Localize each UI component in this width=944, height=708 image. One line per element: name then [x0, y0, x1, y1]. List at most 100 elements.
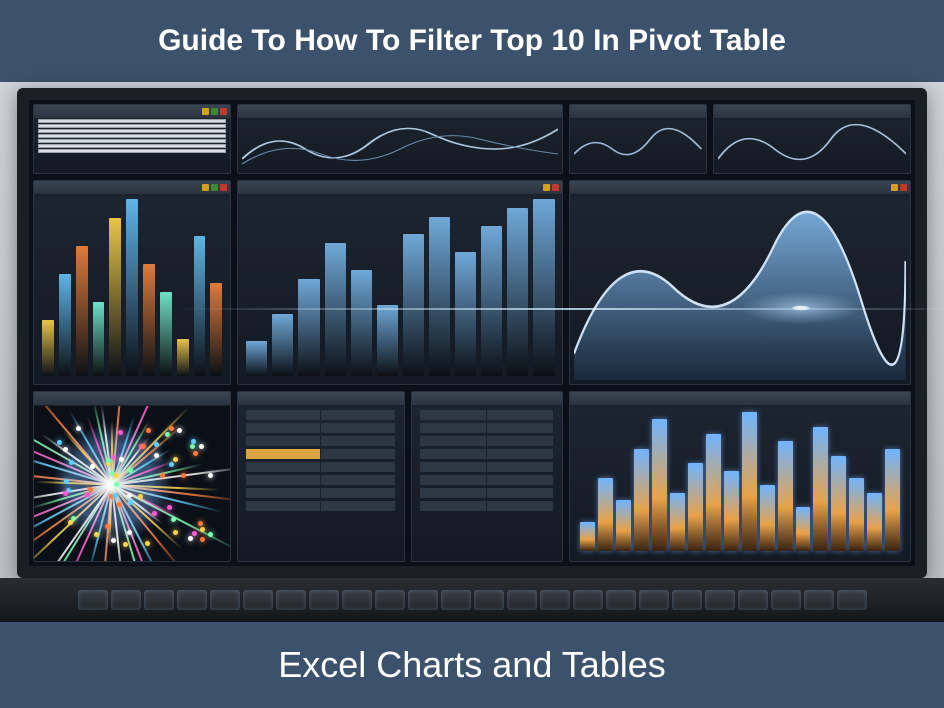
panel-bar-chart-b [237, 180, 563, 385]
chart-bar [109, 218, 121, 376]
firework-spark [152, 511, 157, 516]
window-close-icon [552, 184, 559, 191]
firework-spark [200, 537, 205, 542]
firework-spark [190, 444, 195, 449]
laptop-illustration [0, 82, 944, 622]
firework-spark [208, 532, 213, 537]
window-close-icon [900, 184, 907, 191]
chart-bar [272, 314, 293, 376]
glow-bar-chart [574, 406, 906, 557]
laptop-screen-bezel [17, 88, 927, 578]
keyboard-key [672, 590, 702, 610]
firework-spark [193, 451, 198, 456]
wave-chart-a [242, 119, 558, 169]
firework-spark [141, 444, 146, 449]
chart-bar [126, 199, 138, 376]
firework-spark [90, 464, 95, 469]
firework-spark [127, 530, 132, 535]
window-min-icon [202, 108, 209, 115]
glow-bar [724, 471, 739, 551]
keyboard-key [441, 590, 471, 610]
dashboard-screen [29, 100, 915, 566]
title-text: Guide To How To Filter Top 10 In Pivot T… [158, 24, 786, 58]
keyboard-key [78, 590, 108, 610]
firework-spark [188, 536, 193, 541]
keyboard-key [474, 590, 504, 610]
window-min-icon [543, 184, 550, 191]
glow-bar [813, 427, 828, 551]
firework-spark [177, 428, 182, 433]
chart-bar [143, 264, 155, 376]
panel-titlebar [34, 392, 230, 406]
chart-bar [507, 208, 528, 376]
chart-bar [93, 302, 105, 377]
wave-chart-c [718, 119, 906, 169]
subtitle-text: Excel Charts and Tables [278, 644, 666, 686]
firework-spark [200, 527, 205, 532]
line-chart-icon [242, 119, 558, 169]
line-chart-icon [574, 119, 701, 169]
firework-spark [63, 491, 68, 496]
keyboard-key [639, 590, 669, 610]
firework-spark [198, 521, 203, 526]
glow-bar [652, 419, 667, 551]
panel-titlebar [34, 105, 230, 119]
firework-spark [123, 542, 128, 547]
chart-bar [177, 339, 189, 376]
panel-titlebar [570, 181, 910, 195]
glow-bar [706, 434, 721, 551]
keyboard-key [540, 590, 570, 610]
data-table-a [242, 406, 400, 557]
keyboard-key [309, 590, 339, 610]
keyboard-key [408, 590, 438, 610]
fireworks-visual [34, 406, 230, 561]
title-banner-bottom: Excel Charts and Tables [0, 622, 944, 708]
glow-bar [867, 493, 882, 551]
firework-spark [111, 538, 116, 543]
firework-spark [85, 492, 90, 497]
panel-wave-c [713, 104, 911, 174]
firework-spark [145, 541, 150, 546]
firework-spark [173, 457, 178, 462]
chart-bar [298, 279, 319, 376]
glow-bar [778, 441, 793, 551]
firework-spark [88, 487, 93, 492]
panel-titlebar [34, 181, 230, 195]
keyboard-key [375, 590, 405, 610]
panel-titlebar [238, 392, 404, 406]
keyboard-key [771, 590, 801, 610]
chart-bar [42, 320, 54, 376]
chart-bar [210, 283, 222, 376]
firework-spark [208, 473, 213, 478]
firework-spark [173, 530, 178, 535]
glow-bar [616, 500, 631, 551]
glow-bar [885, 449, 900, 551]
chart-bar [377, 305, 398, 376]
glow-bar [849, 478, 864, 551]
glow-bar [580, 522, 595, 551]
panel-wave-a [237, 104, 563, 174]
keyboard-key [177, 590, 207, 610]
firework-spark [167, 505, 172, 510]
panel-bar-chart-a [33, 180, 231, 385]
title-banner-top: Guide To How To Filter Top 10 In Pivot T… [0, 0, 944, 82]
firework-spark [199, 444, 204, 449]
area-chart-icon [574, 195, 906, 380]
panel-area-chart [569, 180, 911, 385]
panel-titlebar [570, 392, 910, 406]
firework-spark [169, 462, 174, 467]
keyboard-key [507, 590, 537, 610]
chart-bar [455, 252, 476, 376]
keyboard-key [243, 590, 273, 610]
chart-bar [59, 274, 71, 377]
glow-bar [598, 478, 613, 551]
panel-wave-b [569, 104, 706, 174]
window-close-icon [220, 108, 227, 115]
panel-titlebar [570, 105, 705, 119]
panel-titlebar [412, 392, 563, 406]
glow-bar [831, 456, 846, 551]
keyboard-key [111, 590, 141, 610]
firework-spark [64, 479, 69, 484]
firework-spark [118, 430, 123, 435]
chart-bar [429, 217, 450, 376]
